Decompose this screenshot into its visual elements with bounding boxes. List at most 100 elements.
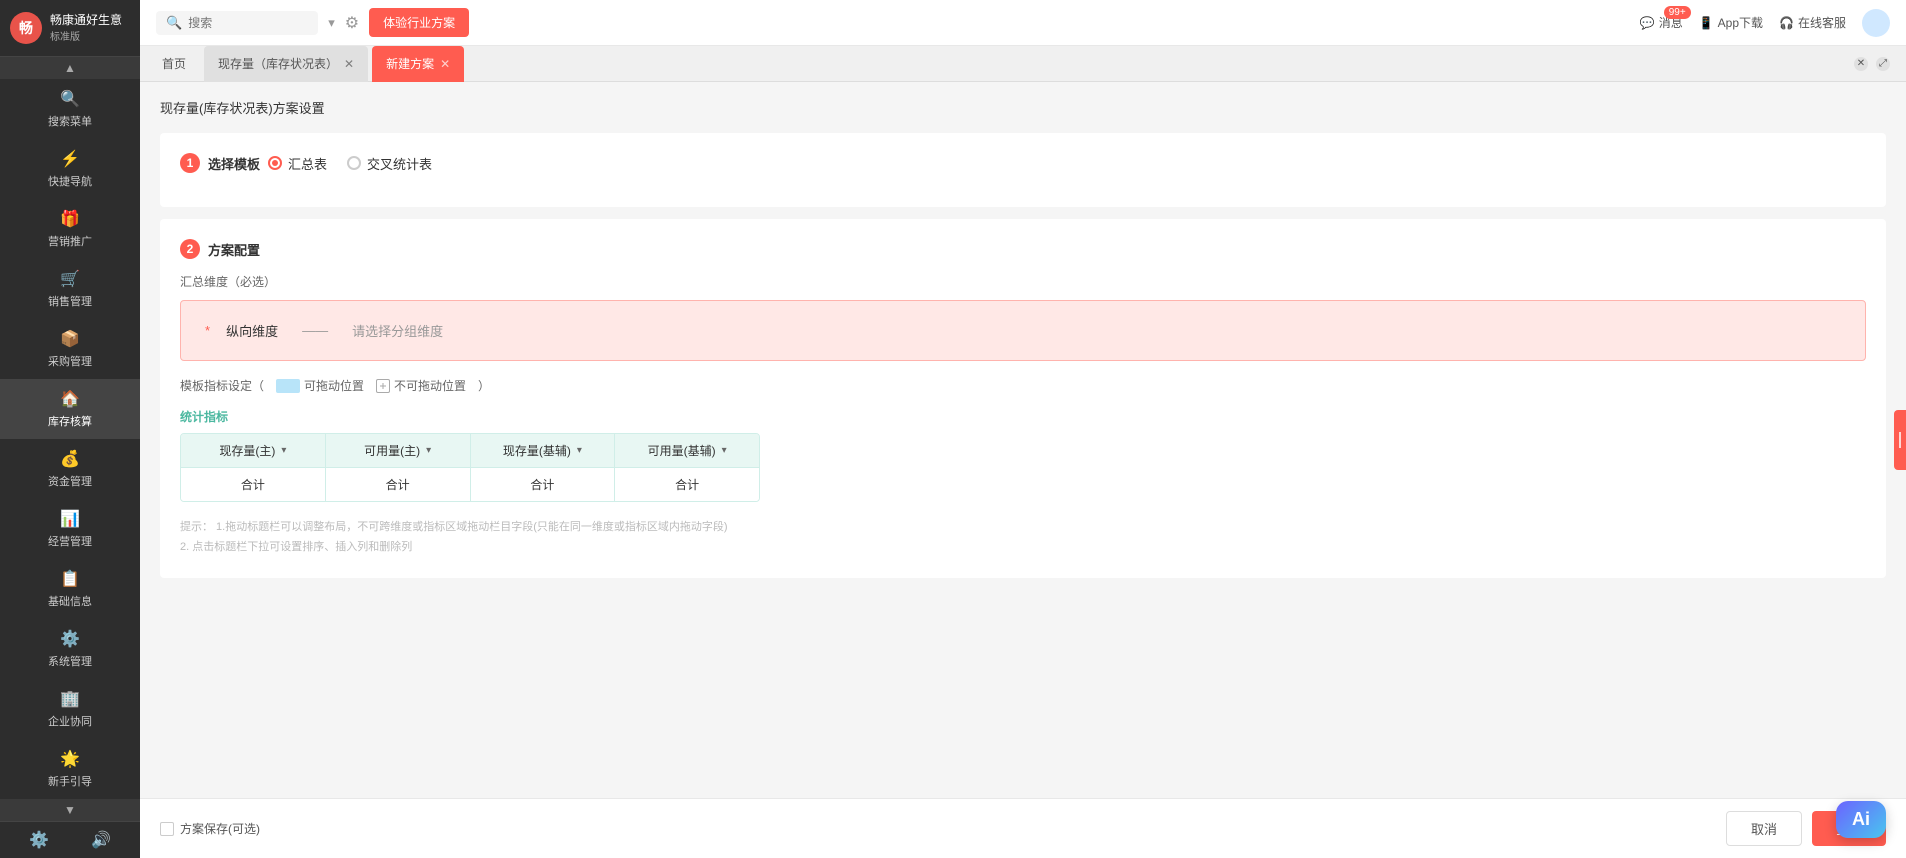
user-avatar[interactable]	[1862, 9, 1890, 37]
stats-title: 统计指标	[180, 408, 1866, 425]
side-panel-toggle[interactable]	[1894, 410, 1906, 470]
sidebar-item-inventory[interactable]: 🏠 库存核算	[0, 379, 140, 439]
tab-inventory-status[interactable]: 现存量（库存状况表） ✕	[204, 46, 368, 82]
cancel-button[interactable]: 取消	[1726, 811, 1802, 846]
stats-col-3-label: 可用量(基辅)	[648, 442, 716, 459]
window-expand-btn[interactable]: ⤢	[1876, 57, 1890, 71]
sidebar-label-system: 系统管理	[48, 653, 92, 669]
sidebar-item-shortcut[interactable]: ⚡ 快捷导航	[0, 139, 140, 199]
phone-icon: 📱	[1699, 16, 1714, 30]
stats-col-2[interactable]: 现存量(基辅) ▾	[471, 434, 616, 467]
app-version: 标准版	[50, 28, 122, 43]
step1-badge: 1	[180, 153, 200, 173]
step2-header: 2 方案配置	[180, 239, 1866, 259]
sidebar-item-corp[interactable]: 🏢 企业协同	[0, 679, 140, 739]
chevron-3: ▾	[722, 445, 727, 456]
save-checkbox[interactable]	[160, 822, 174, 836]
message-btn[interactable]: 💬 消息 99+	[1640, 14, 1683, 31]
step1-header: 1 选择模板 汇总表 交叉统计表	[180, 153, 1866, 173]
sidebar-label-search: 搜索菜单	[48, 113, 92, 129]
tab-home[interactable]: 首页	[148, 46, 200, 82]
sidebar-scroll-up[interactable]: ▲	[0, 57, 140, 79]
settings-icon[interactable]: ⚙	[345, 13, 359, 33]
search-box[interactable]: 🔍	[156, 11, 318, 35]
purchase-icon: 📦	[60, 329, 80, 349]
sidebar-item-base[interactable]: 📋 基础信息	[0, 559, 140, 619]
save-label: 方案保存(可选)	[180, 820, 260, 837]
ai-float-button[interactable]: Ai	[1836, 801, 1886, 838]
close-paren: ）	[478, 377, 490, 394]
stats-col-0[interactable]: 现存量(主) ▾	[181, 434, 326, 467]
headset-icon: 🎧	[1779, 16, 1794, 30]
tip1: 提示： 1.拖动标题栏可以调整布局，不可跨维度或指标区域拖动栏目字段(只能在同一…	[180, 518, 1866, 538]
stats-data-0: 合计	[181, 467, 326, 501]
sidebar-item-guide[interactable]: 🌟 新手引导	[0, 739, 140, 799]
tab-new-scheme-label: 新建方案	[386, 55, 434, 72]
indicator-setting-label: 模板指标设定（	[180, 377, 264, 394]
required-mark: *	[205, 323, 210, 338]
search-input[interactable]	[188, 16, 308, 30]
draggable-indicator: 可拖动位置	[276, 377, 364, 394]
radio-summary-label: 汇总表	[288, 154, 327, 173]
stats-data-3: 合计	[615, 467, 759, 501]
app-logo: 畅 畅康通好生意 标准版	[0, 0, 140, 57]
sidebar-item-system[interactable]: ⚙️ 系统管理	[0, 619, 140, 679]
step2-badge: 2	[180, 239, 200, 259]
stats-col-0-label: 现存量(主)	[219, 442, 275, 459]
draggable-label: 可拖动位置	[304, 377, 364, 394]
sidebar-label-sales: 销售管理	[48, 293, 92, 309]
sidebar-item-finance[interactable]: 💰 资金管理	[0, 439, 140, 499]
sidebar-nav: 🔍 搜索菜单 ⚡ 快捷导航 🎁 营销推广 🛒 销售管理 📦 采购管理 🏠 库存核…	[0, 79, 140, 799]
non-drag-icon	[376, 379, 390, 393]
sidebar-item-marketing[interactable]: 🎁 营销推广	[0, 199, 140, 259]
save-option[interactable]: 方案保存(可选)	[160, 820, 260, 837]
step2-section: 2 方案配置 汇总维度（必选） * 纵向维度 —— 请选择分组维度 模板指标设定…	[160, 219, 1886, 578]
sidebar-item-sales[interactable]: 🛒 销售管理	[0, 259, 140, 319]
sidebar-label-marketing: 营销推广	[48, 233, 92, 249]
tabbar: 首页 现存量（库存状况表） ✕ 新建方案 ✕ ✕ ⤢	[140, 46, 1906, 82]
radio-cross-label: 交叉统计表	[367, 154, 432, 173]
settings-bottom-btn[interactable]: ⚙️	[29, 830, 49, 850]
radio-cross-dot	[347, 156, 361, 170]
sound-btn[interactable]: 🔊	[91, 830, 111, 850]
dimension-placeholder: 请选择分组维度	[352, 321, 443, 340]
content-area: 现存量(库存状况表)方案设置 1 选择模板 汇总表 交叉统计表	[140, 82, 1906, 798]
dropdown-icon[interactable]: ▾	[328, 15, 335, 31]
tab-home-label: 首页	[162, 55, 186, 72]
stats-header-row: 现存量(主) ▾ 可用量(主) ▾ 现存量(基辅) ▾ 可用量(基辅) ▾	[181, 434, 759, 467]
sidebar-item-purchase[interactable]: 📦 采购管理	[0, 319, 140, 379]
sidebar-item-search[interactable]: 🔍 搜索菜单	[0, 79, 140, 139]
sidebar-label-guide: 新手引导	[48, 773, 92, 789]
drag-box	[276, 379, 300, 393]
tab-new-scheme-close[interactable]: ✕	[440, 57, 450, 71]
tab-new-scheme[interactable]: 新建方案 ✕	[372, 46, 464, 82]
trial-btn[interactable]: 体验行业方案	[369, 8, 469, 37]
dimension-row[interactable]: * 纵向维度 —— 请选择分组维度	[180, 300, 1866, 361]
sidebar-item-operations[interactable]: 📊 经营管理	[0, 499, 140, 559]
window-close-btn[interactable]: ✕	[1854, 57, 1868, 71]
app-download-btn[interactable]: 📱 App下载	[1699, 14, 1763, 31]
search-icon: 🔍	[60, 89, 80, 109]
sidebar-scroll-down[interactable]: ▼	[0, 799, 140, 821]
stats-data-2: 合计	[471, 467, 616, 501]
marketing-icon: 🎁	[60, 209, 80, 229]
online-service-btn[interactable]: 🎧 在线客服	[1779, 14, 1846, 31]
topbar: 🔍 ▾ ⚙ 体验行业方案 💬 消息 99+ 📱 App下载 🎧 在线客服	[140, 0, 1906, 46]
tab-inventory-close[interactable]: ✕	[344, 57, 354, 71]
base-icon: 📋	[60, 569, 80, 589]
logo-text-block: 畅康通好生意 标准版	[50, 13, 122, 44]
non-draggable-label: 不可拖动位置	[394, 377, 466, 394]
finance-icon: 💰	[60, 449, 80, 469]
stats-col-2-label: 现存量(基辅)	[503, 442, 571, 459]
dimension-section-title: 汇总维度（必选）	[180, 273, 1866, 290]
radio-cross[interactable]: 交叉统计表	[347, 154, 432, 173]
indicator-setting: 模板指标设定（ 可拖动位置 不可拖动位置 ）	[180, 377, 1866, 394]
radio-summary[interactable]: 汇总表	[268, 154, 327, 173]
stats-col-1[interactable]: 可用量(主) ▾	[326, 434, 471, 467]
shortcut-icon: ⚡	[60, 149, 80, 169]
step1-section: 1 选择模板 汇总表 交叉统计表	[160, 133, 1886, 207]
vertical-dimension-label: 纵向维度	[226, 321, 278, 340]
stats-col-3[interactable]: 可用量(基辅) ▾	[615, 434, 759, 467]
window-controls: ✕ ⤢	[1846, 53, 1898, 75]
sidebar-label-shortcut: 快捷导航	[48, 173, 92, 189]
